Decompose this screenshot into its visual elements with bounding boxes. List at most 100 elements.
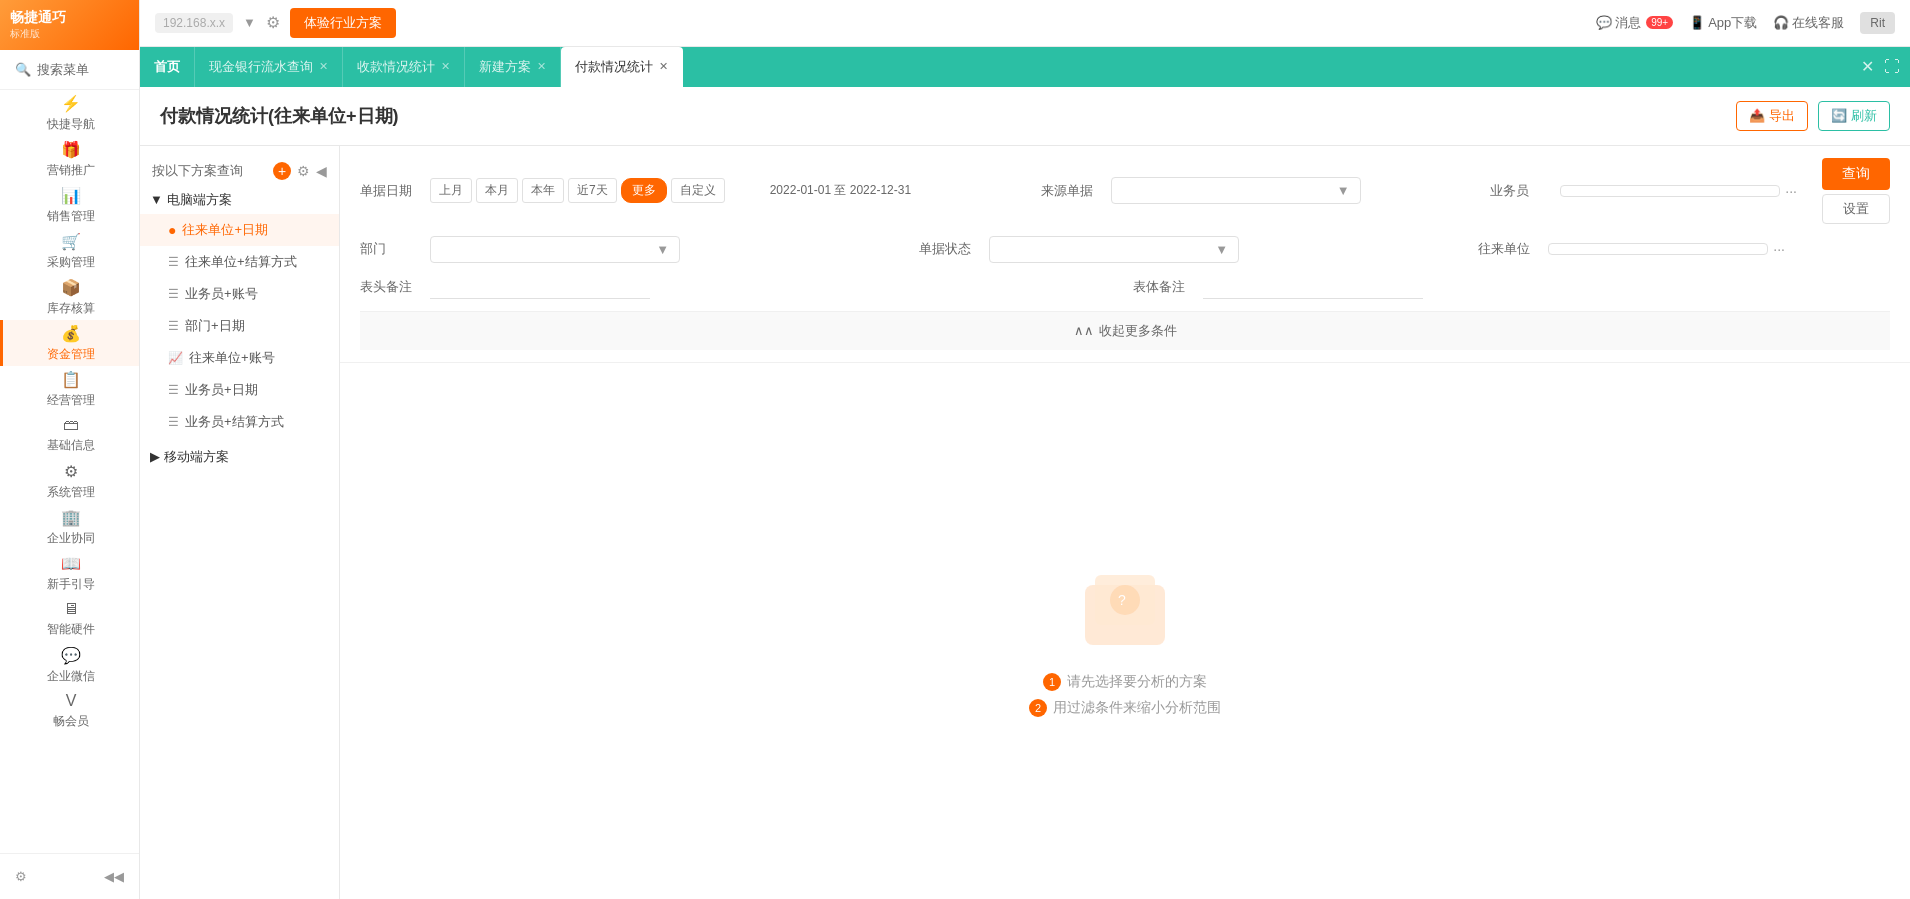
tab-fullscreen-btn[interactable]: ⛶	[1884, 58, 1900, 76]
setting-button[interactable]: 设置	[1822, 194, 1890, 224]
date-btn-this-year[interactable]: 本年	[522, 178, 564, 203]
date-btn-more[interactable]: 更多	[621, 178, 667, 203]
quick-nav-icon: ⚡	[61, 94, 81, 113]
sidebar-item-sales[interactable]: 📊 销售管理	[0, 182, 139, 228]
sidebar-item-guide[interactable]: 📖 新手引导	[0, 550, 139, 596]
scheme-header: 按以下方案查询 + ⚙ ◀	[140, 156, 339, 186]
unit-filter-label: 往来单位	[1478, 240, 1533, 258]
scheme-add-btn[interactable]: +	[273, 162, 291, 180]
status-select[interactable]: ▼	[989, 236, 1239, 263]
sidebar-item-label: 企业微信	[47, 668, 95, 685]
tab-new-scheme-label: 新建方案	[479, 58, 531, 76]
tab-new-scheme-close[interactable]: ✕	[537, 60, 546, 73]
export-button[interactable]: 📤 导出	[1736, 101, 1808, 131]
tab-new-scheme[interactable]: 新建方案 ✕	[465, 47, 561, 87]
sidebar-item-vip[interactable]: V 畅会员	[0, 688, 139, 734]
sidebar-item-hardware[interactable]: 🖥 智能硬件	[0, 596, 139, 642]
scheme-collapse-btn[interactable]: ◀	[316, 163, 327, 179]
scheme-item-staff-settle[interactable]: ☰ 业务员+结算方式	[140, 406, 339, 438]
source-select[interactable]: ▼	[1111, 177, 1361, 204]
scheme-item-unit-account[interactable]: 📈 往来单位+账号	[140, 342, 339, 374]
sidebar-item-marketing[interactable]: 🎁 营销推广	[0, 136, 139, 182]
status-select-arrow: ▼	[1215, 242, 1228, 257]
tab-payment-stat2[interactable]: 付款情况统计 ✕	[561, 47, 683, 87]
app-download-area[interactable]: 📱 App下载	[1689, 14, 1757, 32]
scheme-item-staff-date[interactable]: ☰ 业务员+日期	[140, 374, 339, 406]
scheme-item-staff-account[interactable]: ☰ 业务员+账号	[140, 278, 339, 310]
sidebar-item-system[interactable]: ⚙ 系统管理	[0, 458, 139, 504]
sidebar-item-label: 基础信息	[47, 437, 95, 454]
tab-home[interactable]: 首页	[140, 47, 195, 87]
date-filter-label: 单据日期	[360, 182, 415, 200]
scheme-item-dept-date[interactable]: ☰ 部门+日期	[140, 310, 339, 342]
user-badge[interactable]: Rit	[1860, 12, 1895, 34]
table-body-note-input[interactable]	[1203, 275, 1423, 299]
dropdown-arrow-icon[interactable]: ▼	[243, 15, 256, 30]
guide-icon: 📖	[61, 554, 81, 573]
unit-dots[interactable]: ···	[1773, 241, 1785, 257]
sidebar-item-operation[interactable]: 📋 经营管理	[0, 366, 139, 412]
tab-payment-stat-close[interactable]: ✕	[441, 60, 450, 73]
sidebar-item-purchase[interactable]: 🛒 采购管理	[0, 228, 139, 274]
scheme-desktop-arrow: ▼	[150, 192, 163, 207]
collapse-bar[interactable]: ∧∧ 收起更多条件	[360, 311, 1890, 350]
sidebar-item-quick-nav[interactable]: ⚡ 快捷导航	[0, 90, 139, 136]
sidebar-item-inventory[interactable]: 📦 库存核算	[0, 274, 139, 320]
scheme-setting-btn[interactable]: ⚙	[297, 163, 310, 179]
app-download-label: App下载	[1708, 14, 1757, 32]
tab-home-label: 首页	[154, 58, 180, 76]
sidebar-collapse-icon[interactable]: ◀◀	[104, 869, 124, 884]
app-icon: 📱	[1689, 15, 1705, 30]
sidebar-item-fund[interactable]: 💰 资金管理	[0, 320, 139, 366]
date-btn-custom[interactable]: 自定义	[671, 178, 725, 203]
system-icon: ⚙	[64, 462, 78, 481]
inventory-icon: 📦	[61, 278, 81, 297]
sidebar-logo: 畅捷通巧 标准版	[0, 0, 139, 50]
scheme-mobile-group[interactable]: ▶ 移动端方案	[140, 443, 339, 471]
table-header-note-input[interactable]	[430, 275, 650, 299]
scheme-item-staff-date-label: 业务员+日期	[185, 381, 258, 399]
tab-payment-stat2-close[interactable]: ✕	[659, 60, 668, 73]
trial-industry-btn[interactable]: 体验行业方案	[290, 8, 396, 38]
filter-section: 单据日期 上月 本月 本年 近7天 更多 自定义 2022-01-01 至 20…	[340, 146, 1910, 363]
scheme-desktop-group[interactable]: ▼ 电脑端方案	[140, 186, 339, 214]
refresh-button[interactable]: 🔄 刷新	[1818, 101, 1890, 131]
tab-payment-stat[interactable]: 收款情况统计 ✕	[343, 47, 465, 87]
dept-select[interactable]: ▼	[430, 236, 680, 263]
search-menu[interactable]: 🔍 搜索菜单	[0, 50, 139, 90]
scheme-item-unit-date[interactable]: ● 往来单位+日期	[140, 214, 339, 246]
staff-dots[interactable]: ···	[1785, 183, 1797, 199]
hint-num-2: 2	[1029, 699, 1047, 717]
scheme-item-unit-settle[interactable]: ☰ 往来单位+结算方式	[140, 246, 339, 278]
message-area[interactable]: 💬 消息 99+	[1596, 14, 1673, 32]
sidebar-item-basic[interactable]: 🗃 基础信息	[0, 412, 139, 458]
date-btn-this-month[interactable]: 本月	[476, 178, 518, 203]
tab-bank-flow[interactable]: 现金银行流水查询 ✕	[195, 47, 343, 87]
main-area: 192.168.x.x ▼ ⚙ 体验行业方案 💬 消息 99+ 📱 App下载 …	[140, 0, 1910, 899]
query-button[interactable]: 查询	[1822, 158, 1890, 190]
dept-select-arrow: ▼	[656, 242, 669, 257]
scheme-desktop-label: 电脑端方案	[167, 191, 232, 209]
date-btn-last-month[interactable]: 上月	[430, 178, 472, 203]
scheme-header-label: 按以下方案查询	[152, 162, 243, 180]
settings-icon[interactable]: ⚙	[266, 13, 280, 32]
sidebar-item-label: 采购管理	[47, 254, 95, 271]
table-header-note-label: 表头备注	[360, 278, 415, 296]
online-service-area[interactable]: 🎧 在线客服	[1773, 14, 1844, 32]
empty-hint-2: 2 用过滤条件来缩小分析范围	[1029, 699, 1221, 717]
date-btn-last-7-days[interactable]: 近7天	[568, 178, 617, 203]
basic-icon: 🗃	[63, 416, 79, 434]
dept-filter-label: 部门	[360, 240, 415, 258]
sidebar-settings-icon[interactable]: ⚙	[15, 869, 27, 884]
server-address: 192.168.x.x	[155, 13, 233, 33]
staff-select[interactable]	[1560, 185, 1780, 197]
hardware-icon: 🖥	[63, 600, 79, 618]
sidebar-item-enterprise[interactable]: 🏢 企业协同	[0, 504, 139, 550]
sidebar-item-label: 库存核算	[47, 300, 95, 317]
tab-close-all-btn[interactable]: ✕	[1861, 57, 1874, 76]
sidebar: 畅捷通巧 标准版 🔍 搜索菜单 ⚡ 快捷导航 🎁 营销推广 📊 销售管理 🛒 采…	[0, 0, 140, 899]
scheme-item-dept-date-label: 部门+日期	[185, 317, 245, 335]
unit-select[interactable]	[1548, 243, 1768, 255]
tab-bank-flow-close[interactable]: ✕	[319, 60, 328, 73]
sidebar-item-wechat[interactable]: 💬 企业微信	[0, 642, 139, 688]
